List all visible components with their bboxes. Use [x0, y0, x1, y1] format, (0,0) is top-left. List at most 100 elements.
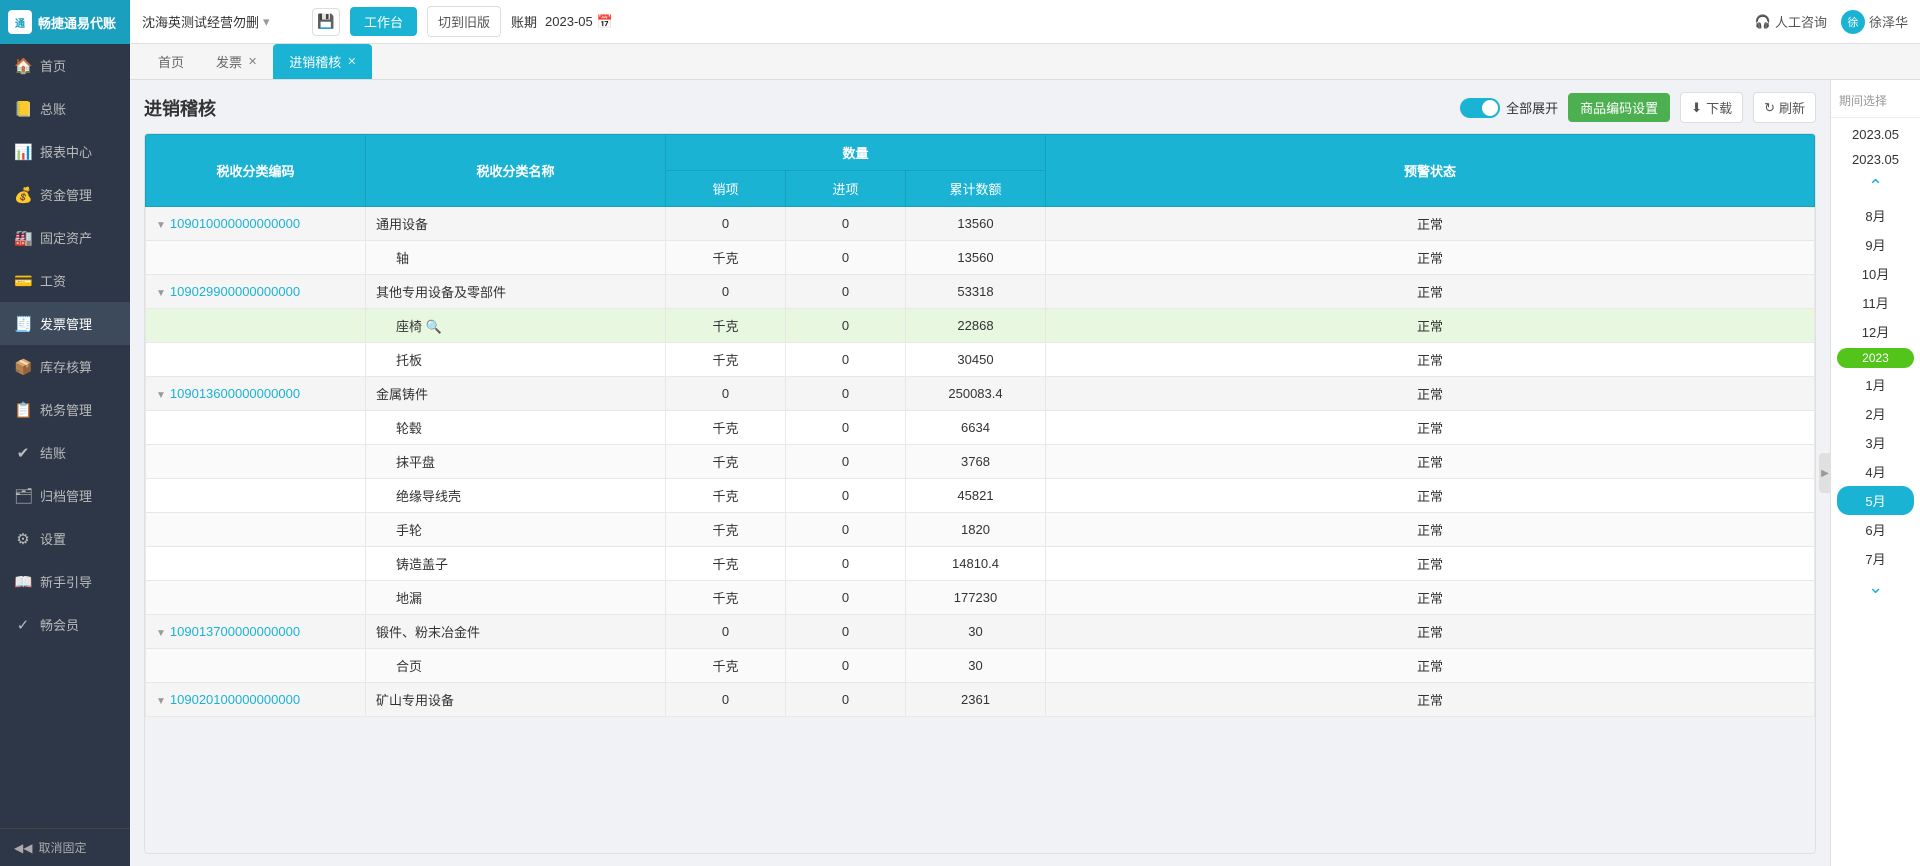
- refresh-button[interactable]: ↻ 刷新: [1753, 92, 1816, 123]
- cell-code: ▼109013700000000000: [146, 615, 366, 649]
- search-icon[interactable]: 🔍: [426, 319, 442, 334]
- tab-invoice-close[interactable]: ✕: [248, 55, 257, 68]
- support-button[interactable]: 🎧 人工咨询: [1755, 12, 1827, 31]
- reconcile-table: 税收分类编码 税收分类名称 数量 预警状态 销项 进项 累计数额: [145, 134, 1815, 717]
- sidebar-item-archive[interactable]: 🗂 归档管理: [0, 474, 130, 517]
- download-icon: ⬇: [1691, 100, 1702, 116]
- product-code-button[interactable]: 商品编码设置: [1568, 93, 1670, 122]
- cell-purchase: 0: [786, 581, 906, 615]
- month-8[interactable]: 8月: [1831, 201, 1920, 230]
- assets-icon: 🏭: [14, 229, 32, 247]
- cell-total: 13560: [906, 241, 1046, 275]
- pin-icon: ◀◀: [14, 841, 32, 855]
- sidebar-item-inventory[interactable]: 📦 库存核算: [0, 345, 130, 388]
- company-selector[interactable]: 沈海英测试经营勿删 ▾: [142, 12, 302, 31]
- cell-total: 6634: [906, 411, 1046, 445]
- member-icon: ✓: [14, 616, 32, 634]
- table-row: 托板 千克 0 30450 正常: [146, 343, 1815, 377]
- cell-total: 2361: [906, 683, 1046, 717]
- cell-code-empty: [146, 547, 366, 581]
- period-2023-05-2[interactable]: 2023.05: [1831, 147, 1920, 172]
- expand-toggle[interactable]: [1460, 98, 1500, 118]
- old-version-button[interactable]: 切到旧版: [427, 6, 501, 37]
- month-5[interactable]: 5月: [1837, 486, 1914, 515]
- sidebar-item-home[interactable]: 🏠 首页: [0, 44, 130, 87]
- month-10[interactable]: 10月: [1831, 259, 1920, 288]
- home-icon: 🏠: [14, 57, 32, 75]
- cell-code-empty: [146, 445, 366, 479]
- settle-icon: ✔: [14, 444, 32, 462]
- sidebar-item-reports[interactable]: 📊 报表中心: [0, 130, 130, 173]
- sidebar-item-funds[interactable]: 💰 资金管理: [0, 173, 130, 216]
- archive-icon: 🗂: [14, 487, 32, 505]
- panel-toggle-button[interactable]: ▶: [1819, 453, 1831, 493]
- user-profile[interactable]: 徐 徐泽华: [1841, 10, 1908, 34]
- cell-status: 正常: [1046, 275, 1815, 309]
- sidebar-item-label: 首页: [40, 56, 66, 75]
- expand-icon[interactable]: ▼: [156, 288, 166, 299]
- scroll-up-button[interactable]: ⌃: [1831, 172, 1920, 201]
- right-panel-title: 期间选择: [1839, 92, 1887, 109]
- sidebar-item-settings[interactable]: ⚙ 设置: [0, 517, 130, 560]
- table-row: 轴 千克 0 13560 正常: [146, 241, 1815, 275]
- month-2[interactable]: 2月: [1831, 399, 1920, 428]
- expand-icon[interactable]: ▼: [156, 628, 166, 639]
- save-icon: 💾: [317, 13, 334, 30]
- expand-toggle-label: 全部展开: [1506, 98, 1558, 117]
- sidebar-item-member[interactable]: ✓ 畅会员: [0, 603, 130, 646]
- month-9[interactable]: 9月: [1831, 230, 1920, 259]
- sidebar-item-settle[interactable]: ✔ 结账: [0, 431, 130, 474]
- cell-name: 托板: [366, 343, 666, 377]
- unpin-button[interactable]: ◀◀ 取消固定: [0, 828, 130, 866]
- save-icon-button[interactable]: 💾: [312, 8, 340, 36]
- period-label: 账期: [511, 12, 537, 31]
- month-4[interactable]: 4月: [1831, 457, 1920, 486]
- sidebar-item-label: 报表中心: [40, 142, 92, 161]
- expand-icon[interactable]: ▼: [156, 696, 166, 707]
- tab-invoice[interactable]: 发票 ✕: [200, 44, 273, 79]
- cell-unit-sales: 千克: [666, 513, 786, 547]
- month-3[interactable]: 3月: [1831, 428, 1920, 457]
- cell-code: ▼109010000000000000: [146, 207, 366, 241]
- sidebar-item-tax[interactable]: 📋 税务管理: [0, 388, 130, 431]
- tab-bar: 首页 发票 ✕ 进销稽核 ✕: [130, 44, 1920, 80]
- col-status: 预警状态: [1046, 135, 1815, 207]
- sidebar-item-guide[interactable]: 📖 新手引导: [0, 560, 130, 603]
- cell-name: 座椅 🔍: [366, 309, 666, 343]
- sidebar-item-salary[interactable]: 💳 工资: [0, 259, 130, 302]
- download-button[interactable]: ⬇ 下载: [1680, 92, 1743, 123]
- cell-sales: 0: [666, 615, 786, 649]
- table-row: 铸造盖子 千克 0 14810.4 正常: [146, 547, 1815, 581]
- scroll-down-button[interactable]: ⌄: [1831, 573, 1920, 602]
- cell-code-empty: [146, 581, 366, 615]
- refresh-label: 刷新: [1779, 98, 1805, 117]
- tab-home[interactable]: 首页: [142, 44, 200, 79]
- sidebar-item-ledger[interactable]: 📒 总账: [0, 87, 130, 130]
- cell-unit-sales: 千克: [666, 581, 786, 615]
- logo-text: 畅捷通易代账: [38, 13, 116, 32]
- period-2023-05-top[interactable]: 2023.05: [1831, 122, 1920, 147]
- topbar: 沈海英测试经营勿删 ▾ 💾 工作台 切到旧版 账期 2023-05 📅 🎧 人工…: [130, 0, 1920, 44]
- sidebar-item-invoice[interactable]: 🧾 发票管理: [0, 302, 130, 345]
- calendar-icon[interactable]: 📅: [597, 14, 613, 30]
- month-6[interactable]: 6月: [1831, 515, 1920, 544]
- guide-icon: 📖: [14, 573, 32, 591]
- month-7[interactable]: 7月: [1831, 544, 1920, 573]
- page-header: 进销稽核 全部展开 商品编码设置 ⬇ 下载 ↻ 刷新: [144, 92, 1816, 123]
- tab-reconcile[interactable]: 进销稽核 ✕: [273, 44, 372, 79]
- month-1[interactable]: 1月: [1831, 370, 1920, 399]
- cell-status: 正常: [1046, 547, 1815, 581]
- month-11[interactable]: 11月: [1831, 288, 1920, 317]
- tab-reconcile-close[interactable]: ✕: [347, 55, 356, 68]
- expand-icon[interactable]: ▼: [156, 220, 166, 231]
- sidebar-item-label: 工资: [40, 271, 66, 290]
- page-content: 进销稽核 全部展开 商品编码设置 ⬇ 下载 ↻ 刷新: [130, 80, 1920, 866]
- cell-total: 250083.4: [906, 377, 1046, 411]
- sidebar-item-label: 库存核算: [40, 357, 92, 376]
- workbench-button[interactable]: 工作台: [350, 7, 417, 36]
- table-row: 合页 千克 0 30 正常: [146, 649, 1815, 683]
- month-12[interactable]: 12月: [1831, 317, 1920, 346]
- sidebar-item-assets[interactable]: 🏭 固定资产: [0, 216, 130, 259]
- expand-icon[interactable]: ▼: [156, 390, 166, 401]
- table-row: ▼109013700000000000 锻件、粉末冶金件 0 0 30 正常: [146, 615, 1815, 649]
